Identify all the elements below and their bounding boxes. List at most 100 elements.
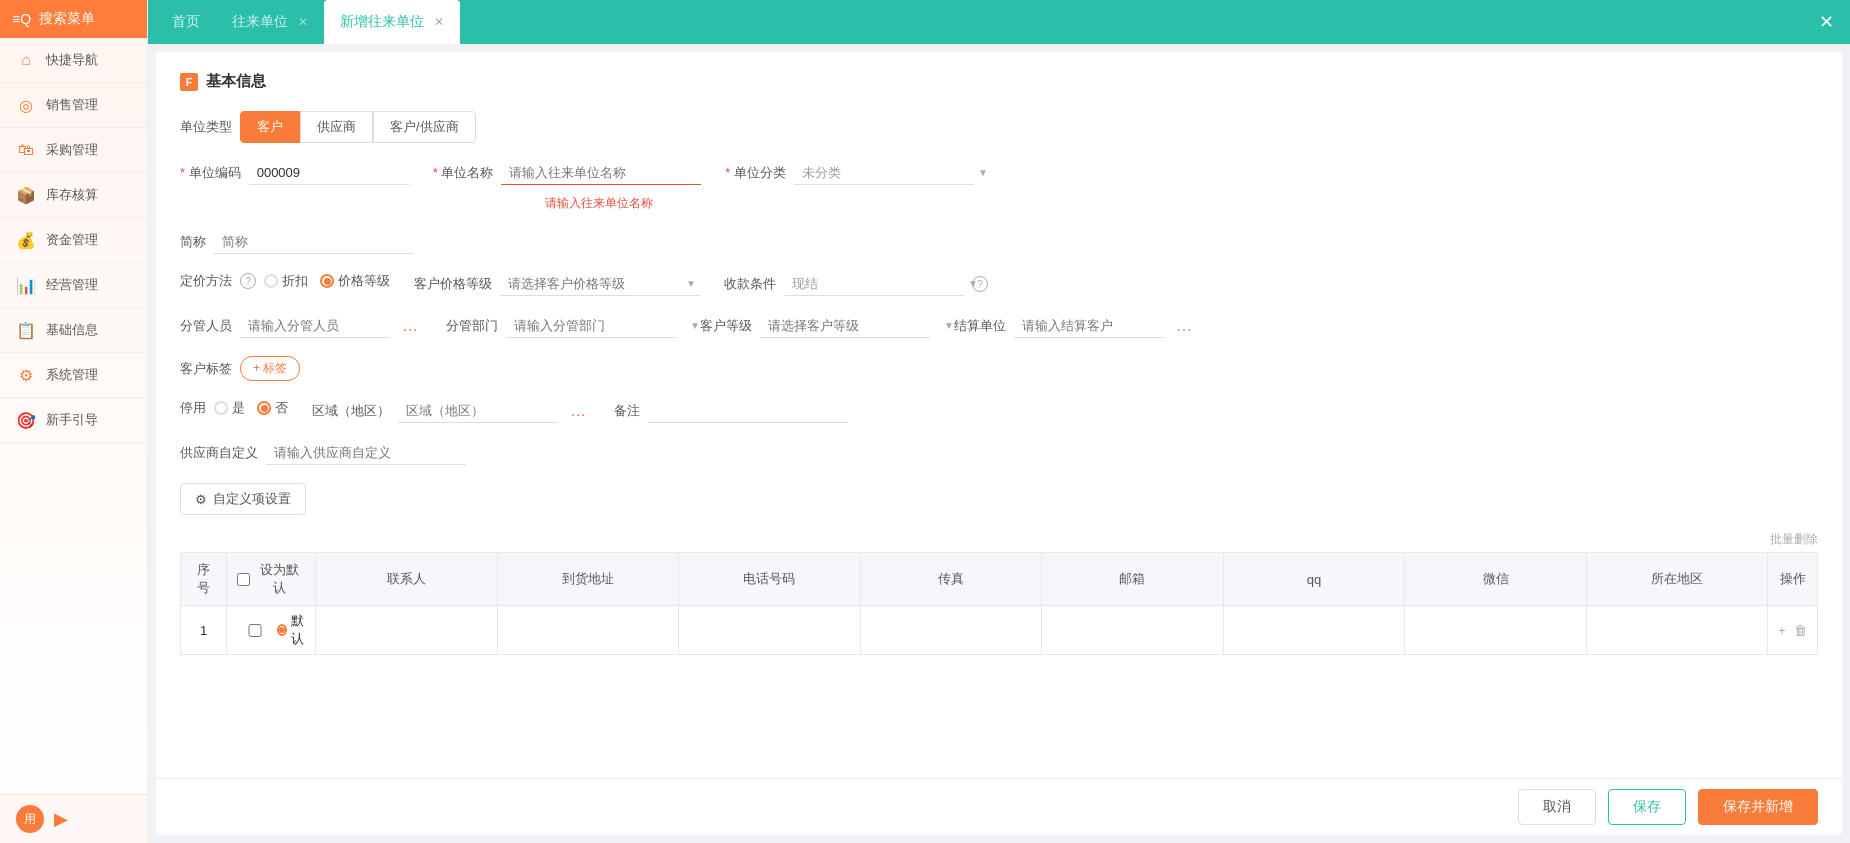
unit-btn-supplier[interactable]: 供应商: [300, 111, 373, 143]
radio-dot-level: [324, 278, 331, 285]
fax-input[interactable]: [871, 623, 1032, 638]
price-level-input[interactable]: [500, 272, 686, 295]
tab-partner-list-close[interactable]: ✕: [298, 15, 308, 29]
short-name-input[interactable]: [214, 230, 414, 254]
department-group: 分管部门 ▼: [446, 314, 676, 338]
sidebar-item-label: 系统管理: [46, 366, 98, 384]
supplier-custom-row: 供应商自定义: [180, 441, 1818, 465]
radio-circle-no: [257, 401, 271, 415]
pricing-radio-level[interactable]: 价格等级: [320, 272, 390, 290]
cell-actions: + 🗑: [1768, 606, 1818, 655]
col-default: 设为默认: [227, 553, 316, 606]
tags-row: 客户标签 + 标签: [180, 356, 1818, 381]
qq-input[interactable]: [1234, 623, 1395, 638]
department-select[interactable]: ▼: [506, 314, 676, 338]
disabled-radio-yes[interactable]: 是: [214, 399, 245, 417]
add-tag-button[interactable]: + 标签: [240, 356, 300, 381]
unit-btn-customer[interactable]: 客户: [240, 111, 300, 143]
add-row-icon[interactable]: +: [1778, 623, 1786, 638]
unit-code-input[interactable]: [249, 161, 409, 185]
cell-contact[interactable]: [316, 606, 498, 655]
email-input[interactable]: [1052, 623, 1213, 638]
unit-category-select[interactable]: ▼: [794, 161, 974, 185]
row-region-input[interactable]: [1597, 623, 1758, 638]
cell-fax[interactable]: [860, 606, 1042, 655]
remarks-input[interactable]: [648, 399, 848, 423]
pricing-method-label: 定价方法: [180, 272, 232, 290]
sidebar-item-operations[interactable]: 📊 经营管理: [0, 263, 147, 308]
pricing-help-icon[interactable]: ?: [240, 273, 256, 289]
short-name-label: 简称: [180, 233, 206, 251]
unit-type-group-container: 单位类型 客户 供应商 客户/供应商: [180, 111, 476, 143]
row-checkbox[interactable]: [237, 624, 273, 637]
section-icon: F: [180, 73, 198, 91]
batch-delete-button[interactable]: 批量删除: [180, 531, 1818, 548]
select-all-checkbox[interactable]: [237, 573, 250, 586]
custom-settings-button[interactable]: ⚙ 自定义项设置: [180, 483, 306, 515]
manager-group: 分管人员 …: [180, 314, 422, 338]
settlement-input[interactable]: [1014, 314, 1164, 338]
pricing-radio-discount[interactable]: 折扣: [264, 272, 308, 290]
manager-input[interactable]: [240, 314, 390, 338]
sidebar-item-finance[interactable]: 💰 资金管理: [0, 218, 147, 263]
customer-level-select[interactable]: ▼: [760, 314, 930, 338]
tab-new-partner-close[interactable]: ✕: [434, 15, 444, 29]
supplier-custom-input[interactable]: [266, 441, 466, 465]
phone-input[interactable]: [689, 623, 850, 638]
save-button[interactable]: 保存: [1608, 789, 1686, 825]
manager-more-icon[interactable]: …: [398, 317, 422, 335]
sidebar-item-inventory[interactable]: 📦 库存核算: [0, 173, 147, 218]
unit-btn-both[interactable]: 客户/供应商: [373, 111, 476, 143]
section-title: F 基本信息: [180, 72, 1818, 91]
save-new-button[interactable]: 保存并新增: [1698, 789, 1818, 825]
radio-circle-discount: [264, 274, 278, 288]
default-radio-container[interactable]: 默认: [277, 612, 305, 648]
cell-qq[interactable]: [1223, 606, 1405, 655]
payment-help-icon[interactable]: ?: [972, 276, 988, 292]
region-more-icon[interactable]: …: [566, 402, 590, 420]
sidebar-item-purchase[interactable]: 🛍 采购管理: [0, 128, 147, 173]
short-name-row: 简称: [180, 230, 1818, 254]
tab-new-partner-label: 新增往来单位: [340, 13, 424, 31]
unit-name-input[interactable]: [501, 161, 701, 185]
disabled-radio-no[interactable]: 否: [257, 399, 288, 417]
inventory-icon: 📦: [16, 185, 36, 205]
delete-row-icon[interactable]: 🗑: [1794, 623, 1807, 638]
contact-input[interactable]: [326, 623, 487, 638]
tab-home[interactable]: 首页: [156, 0, 216, 44]
unit-category-input[interactable]: [794, 161, 978, 184]
finance-icon: 💰: [16, 230, 36, 250]
settlement-more-icon[interactable]: …: [1172, 317, 1196, 335]
col-fax: 传真: [860, 553, 1042, 606]
unit-type-row: 单位类型 客户 供应商 客户/供应商: [180, 111, 1818, 143]
cell-address[interactable]: [497, 606, 679, 655]
cancel-button[interactable]: 取消: [1518, 789, 1596, 825]
cell-wechat[interactable]: [1405, 606, 1587, 655]
tab-partner-list[interactable]: 往来单位 ✕: [216, 0, 324, 44]
address-input[interactable]: [508, 623, 669, 638]
sidebar-item-quick-nav[interactable]: ⌂ 快捷导航: [0, 38, 147, 83]
department-input[interactable]: [506, 314, 690, 337]
unit-code-label: 单位编码: [180, 164, 241, 182]
sidebar-item-basic-info[interactable]: 📋 基础信息: [0, 308, 147, 353]
region-input[interactable]: [398, 399, 558, 423]
cell-phone[interactable]: [679, 606, 861, 655]
col-address: 到货地址: [497, 553, 679, 606]
tab-bar: 首页 往来单位 ✕ 新增往来单位 ✕ ✕: [148, 0, 1850, 44]
cell-email[interactable]: [1042, 606, 1224, 655]
tab-new-partner[interactable]: 新增往来单位 ✕: [324, 0, 460, 44]
sidebar-item-system[interactable]: ⚙ 系统管理: [0, 353, 147, 398]
sidebar-item-label: 基础信息: [46, 321, 98, 339]
payment-terms-input[interactable]: [784, 272, 968, 295]
price-level-select[interactable]: ▼: [500, 272, 700, 296]
sidebar-item-sales[interactable]: ◎ 销售管理: [0, 83, 147, 128]
payment-terms-select[interactable]: ▼: [784, 272, 964, 296]
sidebar-search[interactable]: ≡Q 搜索菜单: [0, 0, 147, 38]
supplier-custom-label: 供应商自定义: [180, 444, 258, 462]
wechat-input[interactable]: [1415, 623, 1576, 638]
customer-level-input[interactable]: [760, 314, 944, 337]
tab-bar-close-button[interactable]: ✕: [1811, 11, 1842, 33]
sidebar-item-guide[interactable]: 🎯 新手引导: [0, 398, 147, 443]
radio-circle-yes: [214, 401, 228, 415]
cell-region[interactable]: [1586, 606, 1768, 655]
